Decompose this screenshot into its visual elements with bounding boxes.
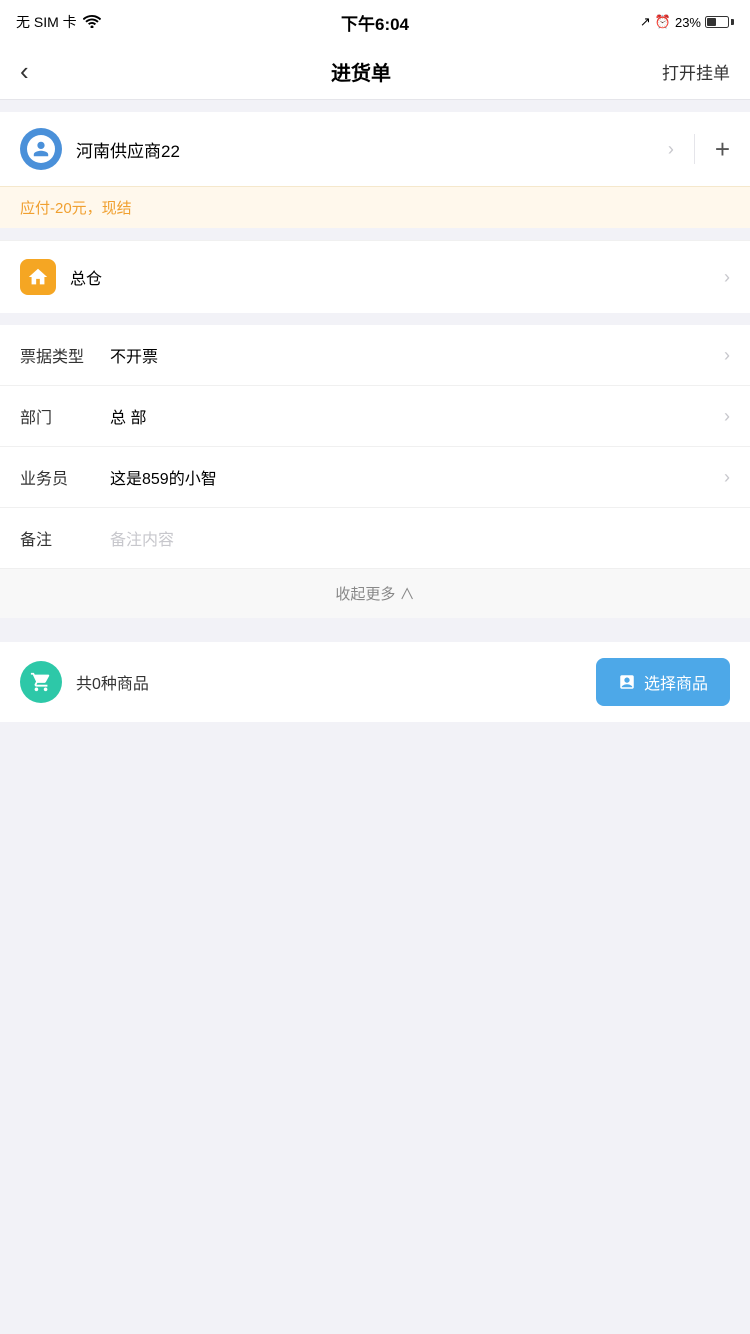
notice-banner: 应付-20元，现结: [0, 186, 750, 228]
salesperson-chevron-icon: ›: [724, 467, 730, 488]
section-gap-3: [0, 313, 750, 325]
product-left: 共0种商品: [20, 661, 149, 703]
notice-text: 应付-20元，现结: [20, 200, 132, 217]
warehouse-row[interactable]: 总仓 ›: [0, 240, 750, 313]
warehouse-chevron-icon: ›: [724, 267, 730, 288]
wifi-icon: [83, 14, 101, 31]
supplier-row[interactable]: 河南供应商22 › +: [0, 112, 750, 186]
select-product-label: 选择商品: [644, 670, 708, 694]
salesperson-label: 业务员: [20, 465, 110, 489]
form-section: 票据类型 不开票 › 部门 总 部 › 业务员 这是859的小智 › 备注 备注…: [0, 325, 750, 618]
supplier-divider: [694, 134, 695, 164]
open-pending-button[interactable]: 打开挂单: [662, 59, 730, 84]
department-value: 总 部: [110, 404, 724, 428]
avatar-inner: [27, 135, 55, 163]
ticket-chevron-icon: ›: [724, 345, 730, 366]
nav-bar: ‹ 进货单 打开挂单: [0, 44, 750, 100]
remark-placeholder: 备注内容: [110, 526, 730, 550]
bottom-area: [0, 722, 750, 1022]
product-section: 共0种商品 选择商品: [0, 642, 750, 722]
supplier-name: 河南供应商22: [76, 137, 668, 162]
ticket-label: 票据类型: [20, 343, 110, 367]
section-gap-2: [0, 228, 750, 240]
location-icon: ↗: [640, 14, 651, 30]
page-title: 进货单: [331, 57, 391, 86]
remark-row[interactable]: 备注 备注内容: [0, 507, 750, 568]
alarm-icon: ⏰: [655, 14, 671, 30]
status-left: 无 SIM 卡: [16, 12, 101, 32]
department-chevron-icon: ›: [724, 406, 730, 427]
warehouse-value: 总仓: [70, 265, 724, 289]
product-icon: [20, 661, 62, 703]
back-button[interactable]: ‹: [20, 56, 60, 87]
salesperson-row[interactable]: 业务员 这是859的小智 ›: [0, 446, 750, 507]
supplier-chevron-icon: ›: [668, 139, 674, 160]
warehouse-icon: [20, 259, 56, 295]
product-count: 共0种商品: [76, 670, 149, 694]
status-bar: 无 SIM 卡 下午6:04 ↗ ⏰ 23%: [0, 0, 750, 44]
status-right: ↗ ⏰ 23%: [640, 14, 734, 30]
status-time: 下午6:04: [341, 10, 409, 35]
remark-label: 备注: [20, 526, 110, 550]
warehouse-section: 总仓 ›: [0, 240, 750, 313]
add-supplier-button[interactable]: +: [715, 134, 730, 165]
ticket-value: 不开票: [110, 343, 724, 367]
battery-percent: 23%: [675, 15, 701, 30]
salesperson-value: 这是859的小智: [110, 465, 724, 489]
supplier-avatar: [20, 128, 62, 170]
carrier-label: 无 SIM 卡: [16, 12, 77, 32]
ticket-type-row[interactable]: 票据类型 不开票 ›: [0, 325, 750, 385]
supplier-section: 河南供应商22 › + 应付-20元，现结: [0, 112, 750, 228]
department-label: 部门: [20, 404, 110, 428]
department-row[interactable]: 部门 总 部 ›: [0, 385, 750, 446]
section-gap-4: [0, 618, 750, 630]
section-gap-1: [0, 100, 750, 112]
battery-icon: [705, 16, 734, 28]
select-product-button[interactable]: 选择商品: [596, 658, 730, 706]
collapse-button[interactable]: 收起更多 ∧: [0, 568, 750, 618]
